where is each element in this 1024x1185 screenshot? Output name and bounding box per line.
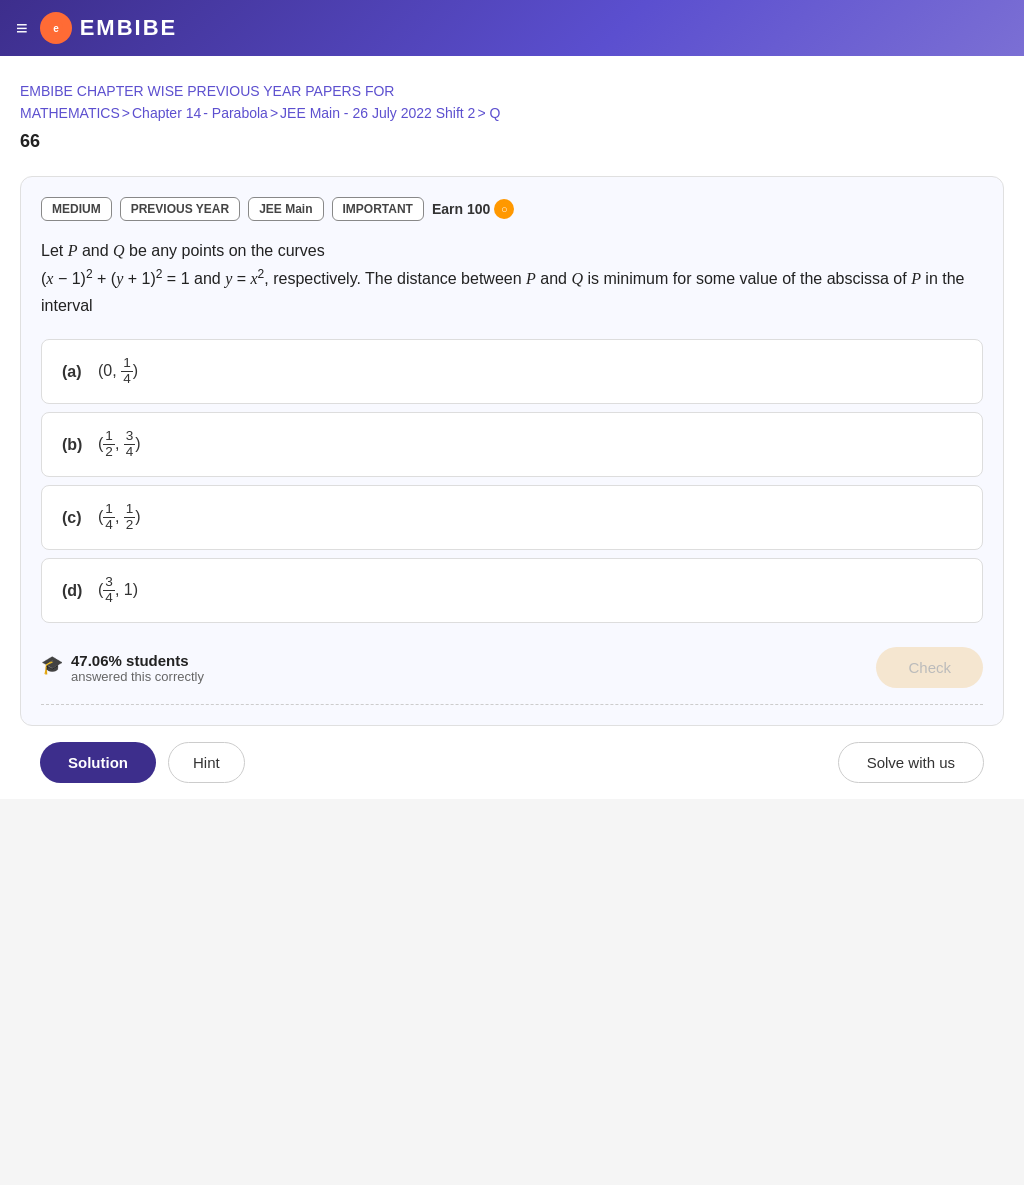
earn-tag: Earn 100 ○ bbox=[432, 199, 514, 219]
solution-button[interactable]: Solution bbox=[40, 742, 156, 783]
option-d-value: (34, 1) bbox=[98, 575, 138, 606]
option-d[interactable]: (d) (34, 1) bbox=[41, 558, 983, 623]
breadcrumb-line2: MATHEMATICS > Chapter 14 - Parabola > JE… bbox=[20, 102, 1004, 124]
bottom-divider bbox=[41, 704, 983, 705]
question-card: MEDIUM PREVIOUS YEAR JEE Main IMPORTANT … bbox=[20, 176, 1004, 727]
menu-icon[interactable]: ≡ bbox=[16, 17, 28, 40]
breadcrumb-chapter-name[interactable]: - Parabola bbox=[203, 102, 268, 124]
earn-label: Earn 100 bbox=[432, 201, 490, 217]
earn-icon: ○ bbox=[494, 199, 514, 219]
breadcrumb: EMBIBE CHAPTER WISE PREVIOUS YEAR PAPERS… bbox=[20, 80, 1004, 156]
tag-type: PREVIOUS YEAR bbox=[120, 197, 240, 221]
solve-with-us-button[interactable]: Solve with us bbox=[838, 742, 984, 783]
stats-left: 🎓 47.06% students answered this correctl… bbox=[41, 652, 204, 684]
main-content: EMBIBE CHAPTER WISE PREVIOUS YEAR PAPERS… bbox=[0, 56, 1024, 799]
stats-text-block: 47.06% students answered this correctly bbox=[71, 652, 204, 684]
tag-exam: JEE Main bbox=[248, 197, 323, 221]
options-list: (a) (0, 14) (b) (12, 34) (c) (14, 12) (d… bbox=[41, 339, 983, 631]
stats-sub: answered this correctly bbox=[71, 669, 204, 684]
option-c-value: (14, 12) bbox=[98, 502, 141, 533]
logo: e EMBIBE bbox=[40, 12, 178, 44]
tag-difficulty: MEDIUM bbox=[41, 197, 112, 221]
option-a-label: (a) bbox=[62, 363, 86, 381]
tags-row: MEDIUM PREVIOUS YEAR JEE Main IMPORTANT … bbox=[41, 197, 983, 221]
breadcrumb-exam[interactable]: JEE Main - 26 July 2022 Shift 2 bbox=[280, 102, 475, 124]
svg-text:e: e bbox=[53, 23, 59, 34]
breadcrumb-sep1: > bbox=[122, 102, 130, 124]
breadcrumb-q-indicator: > Q bbox=[477, 102, 500, 124]
breadcrumb-subject[interactable]: MATHEMATICS bbox=[20, 102, 120, 124]
breadcrumb-sep2: > bbox=[270, 102, 278, 124]
question-text: Let P and Q be any points on the curves … bbox=[41, 237, 983, 320]
stats-percent: 47.06% students bbox=[71, 652, 204, 669]
option-a-value: (0, 14) bbox=[98, 356, 138, 387]
tag-importance: IMPORTANT bbox=[332, 197, 424, 221]
check-button[interactable]: Check bbox=[876, 647, 983, 688]
logo-circle: e bbox=[40, 12, 72, 44]
option-c-label: (c) bbox=[62, 509, 86, 527]
option-d-label: (d) bbox=[62, 582, 86, 600]
option-c[interactable]: (c) (14, 12) bbox=[41, 485, 983, 550]
stats-row: 🎓 47.06% students answered this correctl… bbox=[41, 631, 983, 696]
option-b-label: (b) bbox=[62, 436, 86, 454]
option-b-value: (12, 34) bbox=[98, 429, 141, 460]
footer-bar: Solution Hint Solve with us bbox=[20, 726, 1004, 799]
students-icon: 🎓 bbox=[41, 654, 63, 676]
question-number: 66 bbox=[20, 127, 1004, 156]
logo-text: EMBIBE bbox=[80, 15, 178, 41]
hint-button[interactable]: Hint bbox=[168, 742, 245, 783]
option-b[interactable]: (b) (12, 34) bbox=[41, 412, 983, 477]
breadcrumb-line1: EMBIBE CHAPTER WISE PREVIOUS YEAR PAPERS… bbox=[20, 80, 1004, 102]
option-a[interactable]: (a) (0, 14) bbox=[41, 339, 983, 404]
breadcrumb-chapter[interactable]: Chapter 14 bbox=[132, 102, 201, 124]
app-header: ≡ e EMBIBE bbox=[0, 0, 1024, 56]
